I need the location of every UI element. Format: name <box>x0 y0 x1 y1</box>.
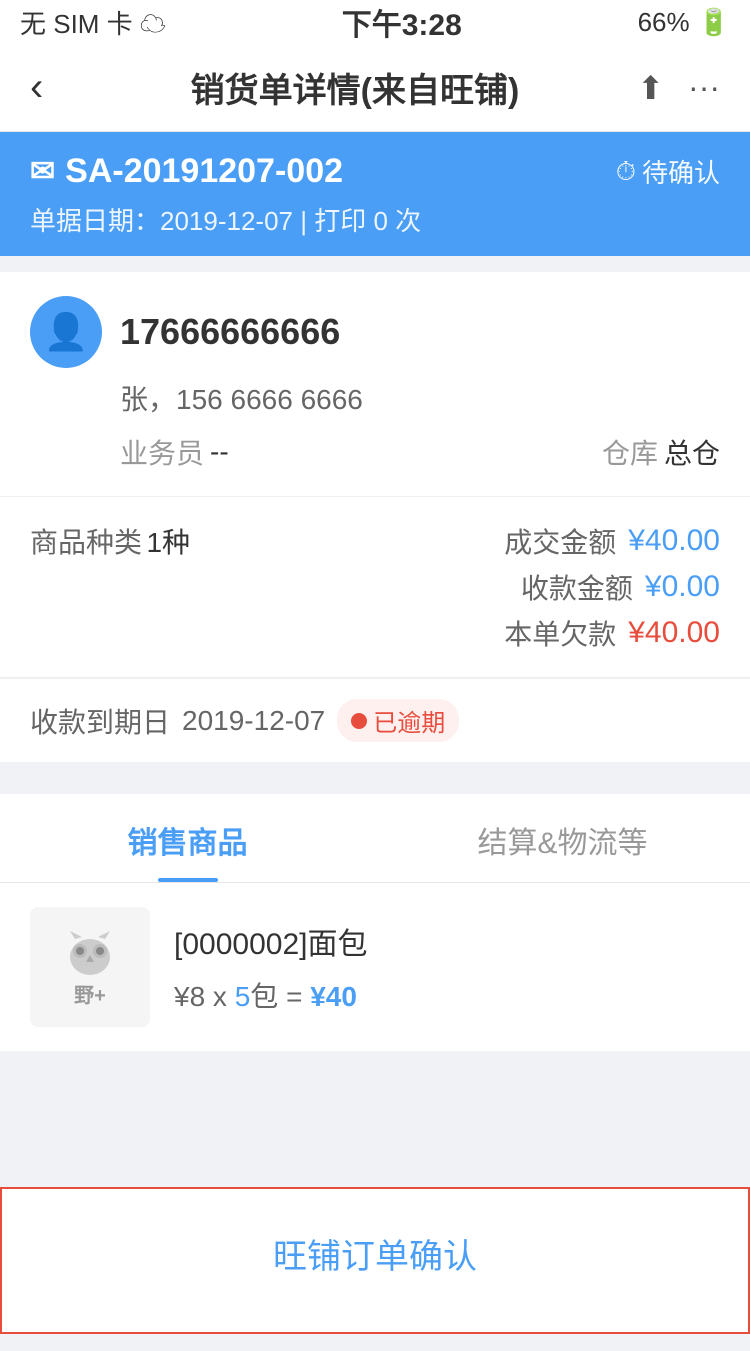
tab-settlement[interactable]: 结算&物流等 <box>375 794 750 882</box>
transaction-value: ¥40.00 <box>628 524 720 558</box>
due-date-label: 收款到期日 <box>30 701 170 741</box>
battery-icon: 🔋 <box>698 7 730 38</box>
amount-section: 商品种类 1种 成交金额 ¥40.00 收款金额 ¥0.00 本单欠款 ¥40.… <box>0 497 750 677</box>
warehouse-value: 总仓 <box>664 432 720 472</box>
status-left: 无 SIM 卡 ☁ <box>20 4 166 41</box>
equals-sign: = <box>278 981 310 1012</box>
product-item: 野+ [0000002]面包 ¥8 x 5包 = ¥40 <box>0 883 750 1051</box>
status-time: 下午3:28 <box>342 0 462 44</box>
product-price: ¥8 x 5包 = ¥40 <box>174 975 720 1015</box>
amounts: 成交金额 ¥40.00 收款金额 ¥0.00 本单欠款 ¥40.00 <box>504 521 720 653</box>
nav-bar: ‹ 销货单详情(来自旺铺) ⬆ ··· <box>0 44 750 132</box>
sales-value: -- <box>210 436 229 468</box>
sales-label: 业务员 <box>120 432 204 472</box>
customer-phone: 17666666666 <box>120 311 340 353</box>
avatar: 👤 <box>30 296 102 368</box>
battery-label: 66% <box>638 7 690 38</box>
confirm-button[interactable]: 旺铺订单确认 <box>32 1205 718 1302</box>
share-icon[interactable]: ⬆ <box>637 69 664 107</box>
back-button[interactable]: ‹ <box>30 65 90 110</box>
order-id: ✉ SA-20191207-002 <box>30 152 343 191</box>
order-id-value: SA-20191207-002 <box>65 152 343 191</box>
customer-meta: 业务员 -- 仓库 总仓 <box>30 432 720 472</box>
overdue-dot-icon <box>351 713 367 729</box>
order-status-label: 待确认 <box>642 153 720 190</box>
transaction-amount-row: 成交金额 ¥40.00 <box>504 521 720 561</box>
status-right: 66% 🔋 <box>638 7 730 38</box>
product-qty: 5 <box>235 981 251 1012</box>
avatar-icon: 👤 <box>44 311 89 353</box>
goods-type-label: 商品种类 <box>30 527 142 558</box>
product-info: [0000002]面包 ¥8 x 5包 = ¥40 <box>174 919 720 1015</box>
received-label: 收款金额 <box>521 567 633 607</box>
order-date: 单据日期：2019-12-07 | 打印 0 次 <box>30 201 720 238</box>
more-icon[interactable]: ··· <box>688 69 720 106</box>
sim-label: 无 SIM 卡 ☁ <box>20 4 166 41</box>
product-name: [0000002]面包 <box>174 919 720 963</box>
summary-section: 商品种类 1种 成交金额 ¥40.00 收款金额 ¥0.00 本单欠款 ¥40.… <box>0 496 750 762</box>
customer-name: 张，156 6666 6666 <box>30 378 720 418</box>
order-date-label: 单据日期： <box>30 206 160 236</box>
status-clock-icon: ⏱ <box>616 156 636 188</box>
product-total: ¥40 <box>310 981 357 1012</box>
print-unit: 次 <box>395 206 421 236</box>
page-title: 销货单详情(来自旺铺) <box>90 63 620 112</box>
confirm-button-wrap: 旺铺订单确认 <box>0 1187 750 1334</box>
order-id-icon: ✉ <box>30 154 55 189</box>
goods-type: 商品种类 1种 <box>30 521 190 561</box>
product-unit: 包 <box>250 981 278 1012</box>
warehouse-label: 仓库 <box>602 432 658 472</box>
received-value: ¥0.00 <box>645 570 720 604</box>
product-logo-svg <box>60 927 120 977</box>
product-thumbnail: 野+ <box>30 907 150 1027</box>
tab-sales-goods[interactable]: 销售商品 <box>0 794 375 882</box>
order-header: ✉ SA-20191207-002 ⏱ 待确认 单据日期：2019-12-07 … <box>0 132 750 256</box>
nav-actions: ⬆ ··· <box>620 69 720 107</box>
overdue-text: 已逾期 <box>373 703 445 738</box>
tabs-section: 销售商品 结算&物流等 <box>0 778 750 1051</box>
owed-label: 本单欠款 <box>504 613 616 653</box>
customer-card: 👤 17666666666 张，156 6666 6666 业务员 -- 仓库 … <box>0 272 750 496</box>
multiply-sign: x <box>205 981 235 1012</box>
order-status: ⏱ 待确认 <box>616 153 720 190</box>
owed-value: ¥40.00 <box>628 616 720 650</box>
order-date-value: 2019-12-07 <box>160 206 293 236</box>
transaction-label: 成交金额 <box>504 521 616 561</box>
due-date-value: 2019-12-07 <box>182 705 325 737</box>
owed-amount-row: 本单欠款 ¥40.00 <box>504 613 720 653</box>
overdue-badge: 已逾期 <box>337 699 459 742</box>
tabs-header: 销售商品 结算&物流等 <box>0 794 750 883</box>
print-count: 0 <box>373 206 387 236</box>
price-base: ¥8 <box>174 981 205 1012</box>
due-date-section: 收款到期日 2019-12-07 已逾期 <box>0 678 750 762</box>
received-amount-row: 收款金额 ¥0.00 <box>521 567 720 607</box>
status-bar: 无 SIM 卡 ☁ 下午3:28 66% 🔋 <box>0 0 750 44</box>
product-logo-text: 野+ <box>74 979 106 1008</box>
print-label: 打印 <box>314 206 366 236</box>
goods-type-value: 1种 <box>146 527 190 558</box>
